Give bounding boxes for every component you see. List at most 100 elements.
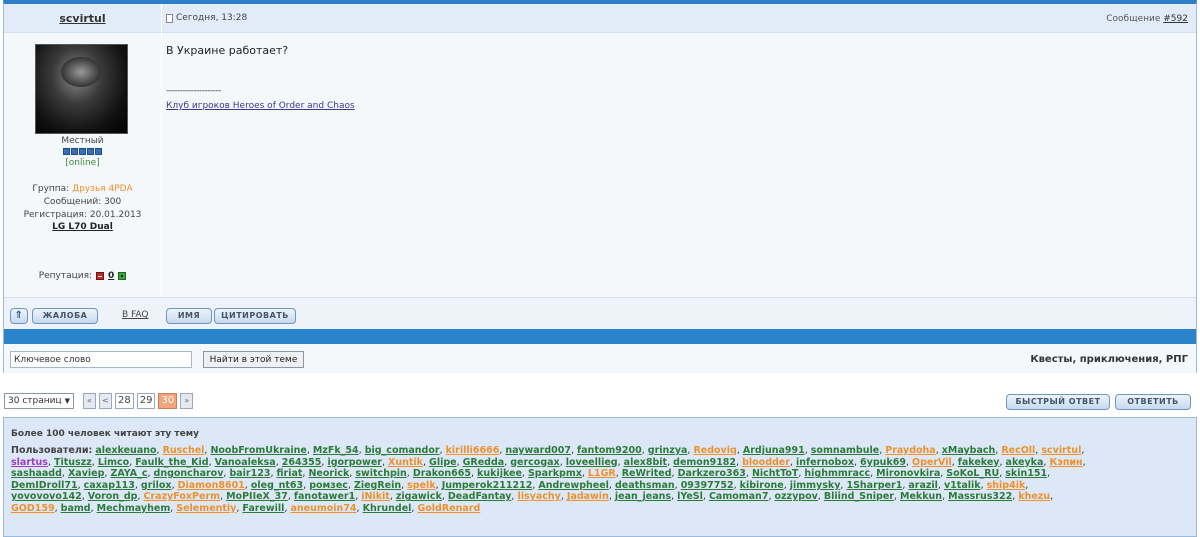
- reader-user-link[interactable]: fakekey: [958, 457, 1000, 468]
- reader-user-link[interactable]: NoobFromUkraine: [210, 445, 306, 456]
- reader-user-link[interactable]: Khrundel: [363, 503, 412, 514]
- reader-user-link[interactable]: infernobox: [796, 457, 854, 468]
- reader-user-link[interactable]: iNikit: [361, 491, 390, 502]
- reader-user-link[interactable]: akeyka: [1006, 457, 1044, 468]
- reader-user-link[interactable]: sashaadd: [11, 468, 62, 479]
- reader-user-link[interactable]: v1talik: [944, 480, 981, 491]
- reader-user-link[interactable]: Xaviep: [68, 468, 104, 479]
- reputation-value[interactable]: 0: [108, 271, 114, 281]
- reader-user-link[interactable]: Camoman7: [709, 491, 769, 502]
- reader-user-link[interactable]: highmmracc: [804, 468, 870, 479]
- reader-user-link[interactable]: grilox: [141, 480, 172, 491]
- reader-user-link[interactable]: kibirone: [740, 480, 784, 491]
- reader-user-link[interactable]: bair123: [229, 468, 270, 479]
- reader-user-link[interactable]: 264355: [282, 457, 322, 468]
- reader-user-link[interactable]: demon9182: [673, 457, 736, 468]
- reader-user-link[interactable]: skin151: [1005, 468, 1047, 479]
- reader-user-link[interactable]: bloodder: [742, 457, 790, 468]
- reader-user-link[interactable]: 09397752: [681, 480, 734, 491]
- reader-user-link[interactable]: Andrewpheel: [538, 480, 609, 491]
- reader-user-link[interactable]: Ruschel: [163, 445, 205, 456]
- reader-user-link[interactable]: khezu: [1018, 491, 1050, 502]
- reader-user-link[interactable]: L1GR: [588, 468, 616, 479]
- signature-link[interactable]: Клуб игроков Heroes of Order and Chaos: [166, 101, 355, 111]
- reader-user-link[interactable]: Vanoaleksa: [215, 457, 276, 468]
- reader-user-link[interactable]: loveellieg: [566, 457, 618, 468]
- complaint-button[interactable]: ЖАЛОБА: [32, 308, 98, 324]
- reader-user-link[interactable]: deathsman: [615, 480, 675, 491]
- page-30-current[interactable]: 30: [158, 393, 178, 409]
- reader-user-link[interactable]: Glipe: [429, 457, 457, 468]
- reader-user-link[interactable]: Mironovkira: [876, 468, 940, 479]
- reader-user-link[interactable]: Mekkun: [900, 491, 942, 502]
- pages-dropdown[interactable]: 30 страниц ▼: [4, 393, 74, 409]
- first-page-button[interactable]: «: [82, 393, 96, 409]
- author-device-link[interactable]: LG L70 Dual: [4, 222, 161, 232]
- reader-user-link[interactable]: Xuntik: [388, 457, 423, 468]
- reader-user-link[interactable]: Diamon8601: [178, 480, 245, 491]
- reader-user-link[interactable]: Кэпин: [1049, 457, 1082, 468]
- reader-user-link[interactable]: fantom9200: [577, 445, 642, 456]
- reader-user-link[interactable]: jean_jeans: [615, 491, 671, 502]
- reader-user-link[interactable]: Faulk_the_Kid: [135, 457, 208, 468]
- quote-button[interactable]: ЦИТИРОВАТЬ: [214, 308, 296, 324]
- fast-reply-button[interactable]: БЫСТРЫЙ ОТВЕТ: [1006, 394, 1110, 410]
- reader-user-link[interactable]: aneumoin74: [290, 503, 356, 514]
- reader-user-link[interactable]: ReWrited: [622, 468, 672, 479]
- page-28[interactable]: 28: [114, 393, 134, 409]
- reader-user-link[interactable]: firiat: [276, 468, 302, 479]
- reader-user-link[interactable]: kirilli6666: [446, 445, 500, 456]
- reader-user-link[interactable]: OperVil: [912, 457, 952, 468]
- search-in-topic-button[interactable]: Найти в этой теме: [203, 351, 304, 368]
- reader-user-link[interactable]: NichtToT: [752, 468, 798, 479]
- post-number-link[interactable]: #592: [1163, 14, 1188, 24]
- reader-user-link[interactable]: Praydoha: [885, 445, 935, 456]
- reader-user-link[interactable]: Mechmayhem: [97, 503, 171, 514]
- reader-user-link[interactable]: SoKoL_RU: [946, 468, 999, 479]
- reader-user-link[interactable]: Massrus322: [948, 491, 1012, 502]
- page-29[interactable]: 29: [136, 393, 156, 409]
- reader-user-link[interactable]: ZAYA_c: [110, 468, 147, 479]
- reader-user-link[interactable]: big_comandor: [365, 445, 440, 456]
- reader-user-link[interactable]: Sparkpmx: [528, 468, 582, 479]
- reader-user-link[interactable]: GRedda: [463, 457, 505, 468]
- reader-user-link[interactable]: Voron_dp: [88, 491, 138, 502]
- reader-user-link[interactable]: ромзес: [309, 480, 348, 491]
- reader-user-link[interactable]: lisyachy: [517, 491, 560, 502]
- reader-user-link[interactable]: RecOll: [1001, 445, 1035, 456]
- reader-user-link[interactable]: alexkeuano: [95, 445, 156, 456]
- reader-user-link[interactable]: MoPIIeX_37: [226, 491, 288, 502]
- reader-user-link[interactable]: gercogax: [510, 457, 559, 468]
- reader-user-link[interactable]: xMaybach: [942, 445, 996, 456]
- reader-user-link[interactable]: yovovovo142: [11, 491, 82, 502]
- reader-user-link[interactable]: jimmysky: [790, 480, 841, 491]
- reader-user-link[interactable]: Darkzero363: [678, 468, 746, 479]
- reader-user-link[interactable]: Bliind_Sniper: [824, 491, 894, 502]
- reader-user-link[interactable]: DemIDroll71: [11, 480, 78, 491]
- name-button[interactable]: ИМЯ: [166, 308, 212, 324]
- reader-user-link[interactable]: Tituszz: [54, 457, 92, 468]
- reputation-minus-icon[interactable]: [96, 272, 105, 280]
- reader-user-link[interactable]: kukijkee: [477, 468, 522, 479]
- reader-user-link[interactable]: Neorick: [308, 468, 349, 479]
- reader-user-link[interactable]: dngoncharov: [154, 468, 224, 479]
- reader-user-link[interactable]: MzFk_54: [313, 445, 359, 456]
- reader-user-link[interactable]: Selementiy: [176, 503, 236, 514]
- faq-link[interactable]: В FAQ: [122, 310, 148, 320]
- reputation-plus-icon[interactable]: [118, 272, 127, 280]
- reader-user-link[interactable]: nayward007: [505, 445, 571, 456]
- reader-user-link[interactable]: zigawick: [396, 491, 442, 502]
- reader-user-link[interactable]: ZiegRein: [354, 480, 401, 491]
- reader-user-link[interactable]: CrazyFoxPerm: [144, 491, 221, 502]
- reply-button[interactable]: ОТВЕТИТЬ: [1115, 394, 1191, 410]
- reader-user-link[interactable]: scvirtul: [1041, 445, 1081, 456]
- reader-user-link[interactable]: somnambule: [811, 445, 879, 456]
- keyword-search-input[interactable]: [10, 351, 192, 368]
- reader-user-link[interactable]: slartus: [11, 457, 48, 468]
- reader-user-link[interactable]: alex8bit: [624, 457, 667, 468]
- reader-user-link[interactable]: ozzypov: [774, 491, 817, 502]
- reader-user-link[interactable]: arazil: [908, 480, 938, 491]
- reader-user-link[interactable]: 6ypuk69: [860, 457, 906, 468]
- reader-user-link[interactable]: GOD159: [11, 503, 55, 514]
- reader-user-link[interactable]: fanotawer1: [294, 491, 355, 502]
